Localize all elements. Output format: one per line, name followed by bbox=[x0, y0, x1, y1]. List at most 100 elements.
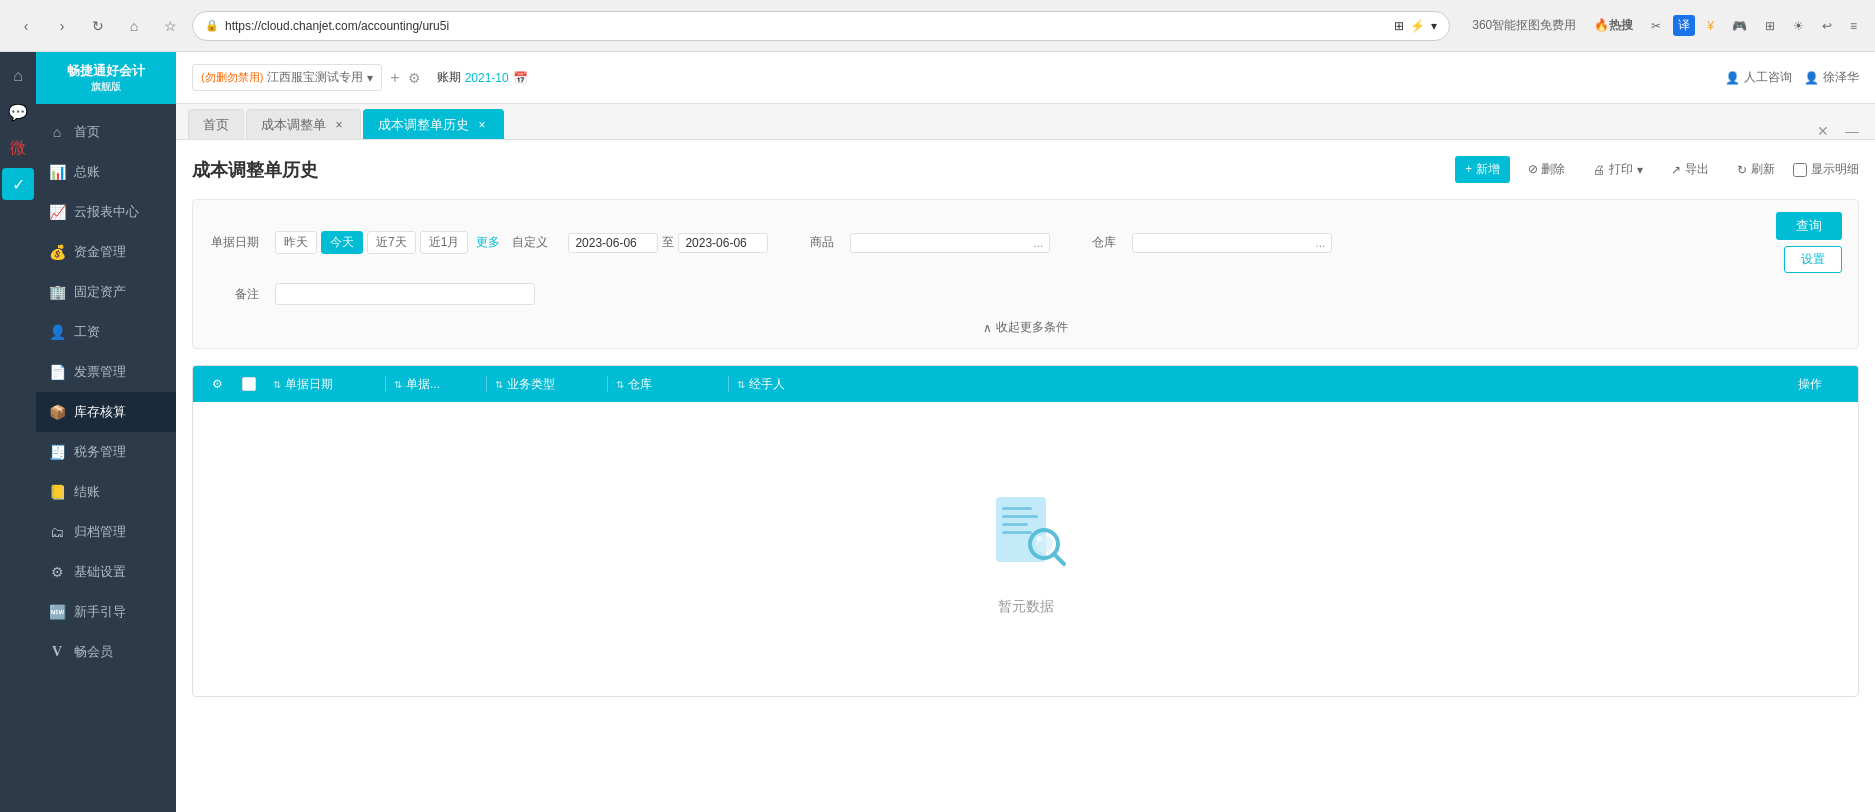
query-btn[interactable]: 查询 bbox=[1776, 212, 1842, 240]
warehouse-more-icon[interactable]: ... bbox=[1315, 236, 1325, 250]
avatar-icon: 👤 bbox=[1804, 71, 1819, 85]
minimize-btn[interactable]: — bbox=[1841, 123, 1863, 139]
hot-search[interactable]: 🔥热搜 bbox=[1588, 15, 1639, 36]
th-col-date[interactable]: ⇅ 单据日期 bbox=[265, 376, 385, 393]
btn-yesterday[interactable]: 昨天 bbox=[275, 231, 317, 254]
menu-btn[interactable]: ≡ bbox=[1844, 17, 1863, 35]
delete-btn[interactable]: ⊘ 删除 bbox=[1518, 156, 1575, 183]
grid-btn[interactable]: ⊞ bbox=[1759, 17, 1781, 35]
bolt-icon[interactable]: ⚡ bbox=[1410, 19, 1425, 33]
sidebar-item-assets[interactable]: 🏢 固定资产 bbox=[36, 272, 176, 312]
th-col-operator[interactable]: ⇅ 经手人 bbox=[729, 376, 849, 393]
setting-btn[interactable]: 设置 bbox=[1784, 246, 1842, 273]
sidebar-item-guide[interactable]: 🆕 新手引导 bbox=[36, 592, 176, 632]
collapse-btn[interactable]: ∧ 收起更多条件 bbox=[983, 319, 1068, 336]
btn-today[interactable]: 今天 bbox=[321, 231, 363, 254]
icon-bar-active[interactable]: ✓ bbox=[2, 168, 34, 200]
icon-bar-chat[interactable]: 💬 bbox=[2, 96, 34, 128]
scissor-btn[interactable]: ✂ bbox=[1645, 17, 1667, 35]
sidebar-item-home[interactable]: ⌂ 首页 bbox=[36, 112, 176, 152]
page-actions: + 新增 ⊘ 删除 🖨 打印 ▾ ↗ 导出 ↻ 刷新 bbox=[1455, 156, 1859, 183]
sidebar-label-funds: 资金管理 bbox=[74, 243, 126, 261]
refresh-button[interactable]: ↻ bbox=[84, 12, 112, 40]
remark-input[interactable] bbox=[275, 283, 535, 305]
icon-bar-weibo[interactable]: 微 bbox=[2, 132, 34, 164]
sidebar-item-member[interactable]: V 畅会员 bbox=[36, 632, 176, 672]
btn-week7[interactable]: 近7天 bbox=[367, 231, 416, 254]
col-biztype-label: 业务类型 bbox=[507, 376, 555, 393]
filter-date-range: 至 bbox=[568, 233, 768, 253]
top-bar-right: 👤 人工咨询 👤 徐泽华 bbox=[1725, 69, 1859, 86]
service-btn[interactable]: 👤 人工咨询 bbox=[1725, 69, 1792, 86]
filter-date-label: 单据日期 bbox=[209, 234, 259, 251]
back-button[interactable]: ‹ bbox=[12, 12, 40, 40]
th-col-biztype[interactable]: ⇅ 业务类型 bbox=[487, 376, 607, 393]
home-button[interactable]: ⌂ bbox=[120, 12, 148, 40]
address-bar[interactable]: 🔒 https://cloud.chanjet.com/accounting/u… bbox=[192, 11, 1450, 41]
sidebar-label-invoice: 发票管理 bbox=[74, 363, 126, 381]
coin-btn[interactable]: ¥ bbox=[1701, 17, 1720, 35]
sidebar-item-settings[interactable]: ⚙ 基础设置 bbox=[36, 552, 176, 592]
date-to-input[interactable] bbox=[678, 233, 768, 253]
print-label: 打印 bbox=[1609, 161, 1633, 178]
btn-month1[interactable]: 近1月 bbox=[420, 231, 469, 254]
refresh-btn[interactable]: ↻ 刷新 bbox=[1727, 156, 1785, 183]
sidebar-item-inventory[interactable]: 📦 库存核算 bbox=[36, 392, 176, 432]
btn-custom[interactable]: 自定义 bbox=[508, 232, 552, 253]
th-col-num[interactable]: ⇅ 单据... bbox=[386, 376, 486, 393]
calendar-icon[interactable]: 📅 bbox=[513, 71, 528, 85]
tab-home[interactable]: 首页 bbox=[188, 109, 244, 139]
th-col-settings[interactable]: ⚙ bbox=[201, 377, 233, 391]
th-col-ops: 操作 bbox=[1790, 376, 1850, 393]
print-dropdown-icon[interactable]: ▾ bbox=[1637, 163, 1643, 177]
user-avatar[interactable]: 👤 徐泽华 bbox=[1804, 69, 1859, 86]
company-settings-icon[interactable]: ⚙ bbox=[408, 70, 421, 86]
company-selector[interactable]: (勿删勿禁用) 江西服宝测试专用 ▾ bbox=[192, 64, 382, 91]
dropdown-icon[interactable]: ▾ bbox=[1431, 19, 1437, 33]
th-col-checkbox[interactable] bbox=[233, 377, 265, 391]
sidebar-item-ledger[interactable]: 📊 总账 bbox=[36, 152, 176, 192]
close-window-btn[interactable]: ✕ bbox=[1809, 123, 1837, 139]
sidebar-item-reports[interactable]: 📈 云报表中心 bbox=[36, 192, 176, 232]
tab-cost-adjust-history[interactable]: 成本调整单历史 × bbox=[363, 109, 504, 139]
tab-cost-adjust[interactable]: 成本调整单 × bbox=[246, 109, 361, 139]
sidebar-item-invoice[interactable]: 📄 发票管理 bbox=[36, 352, 176, 392]
filter-product-select[interactable]: ... bbox=[850, 233, 1050, 253]
star-button[interactable]: ☆ bbox=[156, 12, 184, 40]
sidebar-label-guide: 新手引导 bbox=[74, 603, 126, 621]
filter-warehouse-select[interactable]: ... bbox=[1132, 233, 1332, 253]
col-date-label: 单据日期 bbox=[285, 376, 333, 393]
product-more-icon[interactable]: ... bbox=[1033, 236, 1043, 250]
icon-bar-home[interactable]: ⌂ bbox=[2, 60, 34, 92]
period-value: 2021-10 bbox=[465, 71, 509, 85]
translate-btn[interactable]: 译 bbox=[1673, 15, 1695, 36]
undo-btn[interactable]: ↩ bbox=[1816, 17, 1838, 35]
tab-cost-adjust-history-close[interactable]: × bbox=[475, 118, 489, 132]
sidebar-label-member: 畅会员 bbox=[74, 643, 113, 661]
display-toggle[interactable]: 显示明细 bbox=[1793, 161, 1859, 178]
theme-btn[interactable]: ☀ bbox=[1787, 17, 1810, 35]
header-checkbox[interactable] bbox=[242, 377, 256, 391]
tab-cost-adjust-close[interactable]: × bbox=[332, 118, 346, 132]
empty-state: 暂元数据 bbox=[193, 402, 1858, 696]
user-name: 徐泽华 bbox=[1823, 69, 1859, 86]
export-btn[interactable]: ↗ 导出 bbox=[1661, 156, 1719, 183]
filter-row-1: 单据日期 昨天 今天 近7天 近1月 更多 自定义 至 bbox=[209, 212, 1842, 273]
sidebar-item-tax[interactable]: 🧾 税务管理 bbox=[36, 432, 176, 472]
search-box[interactable]: 360智能抠图免费用 bbox=[1466, 15, 1582, 36]
print-btn[interactable]: 🖨 打印 ▾ bbox=[1583, 156, 1653, 183]
forward-button[interactable]: › bbox=[48, 12, 76, 40]
new-btn[interactable]: + 新增 bbox=[1455, 156, 1509, 183]
company-dropdown-icon: ▾ bbox=[367, 71, 373, 85]
sidebar-item-archive[interactable]: 🗂 归档管理 bbox=[36, 512, 176, 552]
th-col-warehouse[interactable]: ⇅ 仓库 bbox=[608, 376, 728, 393]
extensions-icon[interactable]: ⊞ bbox=[1394, 19, 1404, 33]
display-toggle-checkbox[interactable] bbox=[1793, 163, 1807, 177]
btn-more[interactable]: 更多 bbox=[472, 232, 504, 253]
date-from-input[interactable] bbox=[568, 233, 658, 253]
game-btn[interactable]: 🎮 bbox=[1726, 17, 1753, 35]
add-company-btn[interactable]: + bbox=[390, 69, 399, 87]
sidebar-item-funds[interactable]: 💰 资金管理 bbox=[36, 232, 176, 272]
sidebar-item-salary[interactable]: 👤 工资 bbox=[36, 312, 176, 352]
sidebar-item-close[interactable]: 📒 结账 bbox=[36, 472, 176, 512]
